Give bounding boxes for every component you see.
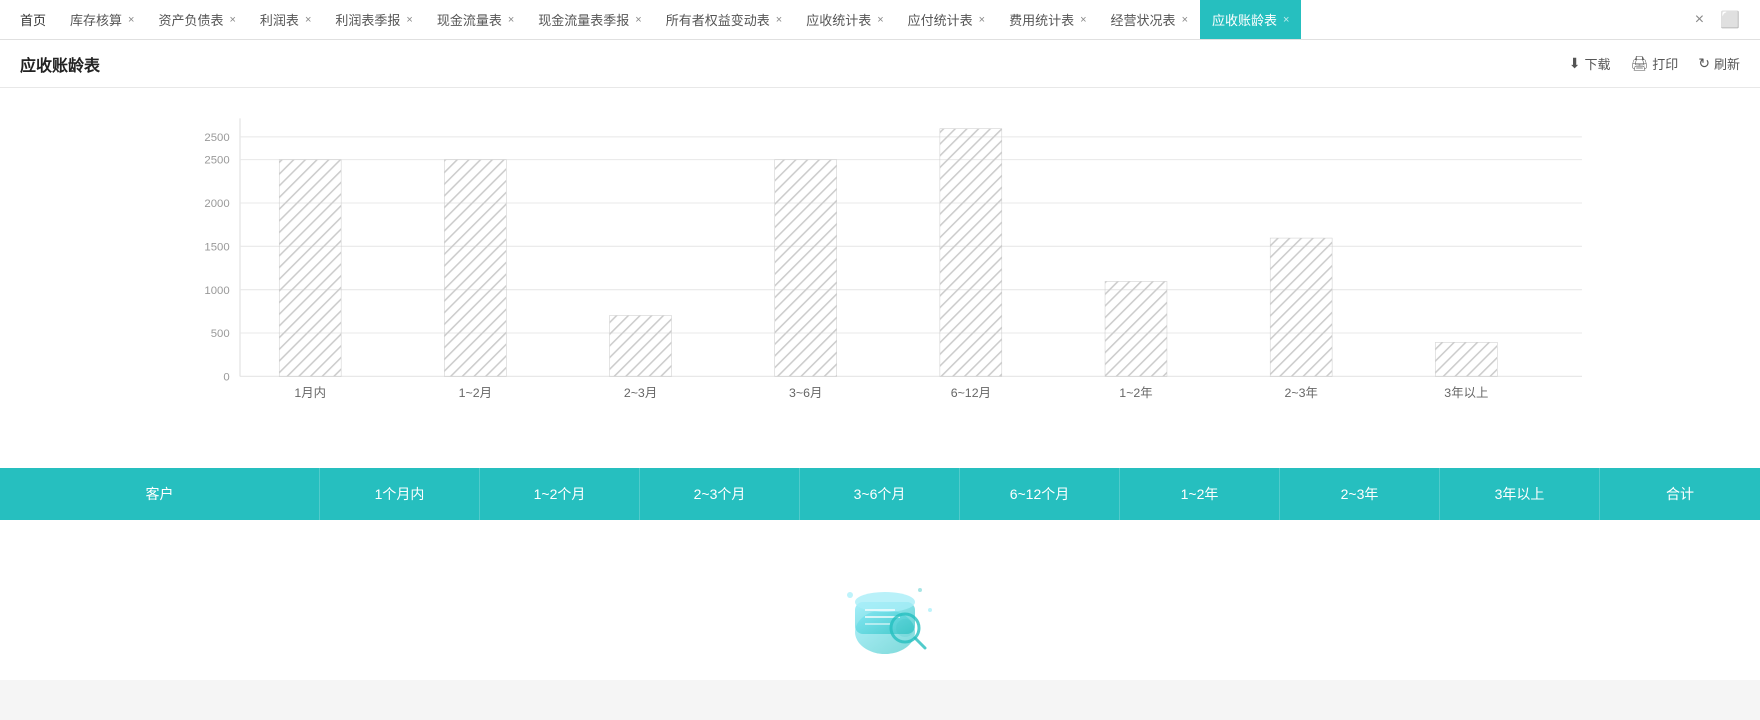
svg-text:2500: 2500 [204, 155, 229, 167]
bar-1-2yue [444, 160, 506, 377]
table-header: 客户 1个月内 1~2个月 2~3个月 3~6个月 6~12个月 1~2年 2~… [0, 468, 1760, 520]
refresh-btn[interactable]: ↻ 刷新 [1698, 54, 1740, 73]
print-btn[interactable]: 🖨 打印 [1630, 54, 1678, 73]
tab-lrbjb-label: 利润表季报 [335, 10, 400, 29]
chart-svg: 0 500 1000 1500 2000 2500 2500 1月内 [40, 108, 1720, 428]
bar-3-6yue [775, 160, 837, 377]
tab-jyzk-label: 经营状况表 [1111, 10, 1176, 29]
main-content: 0 500 1000 1500 2000 2500 2500 1月内 [0, 88, 1760, 680]
svg-text:1000: 1000 [204, 285, 229, 297]
tab-syqy-label: 所有者权益变动表 [666, 10, 770, 29]
bar-2-3nian [1270, 238, 1332, 376]
th-1month: 1个月内 [320, 468, 480, 520]
tab-home[interactable]: 首页 [8, 0, 58, 40]
window-close-btn[interactable]: × [1691, 9, 1708, 31]
tab-lrb[interactable]: 利润表 × [248, 0, 323, 40]
tab-lrb-label: 利润表 [260, 10, 299, 29]
svg-text:2~3月: 2~3月 [624, 386, 657, 400]
svg-text:3~6月: 3~6月 [789, 386, 822, 400]
download-label: 下载 [1584, 54, 1610, 73]
empty-icon [830, 560, 930, 660]
svg-text:1~2年: 1~2年 [1119, 386, 1152, 400]
tab-kucun-label: 库存核算 [70, 10, 122, 29]
tab-yszl[interactable]: 应收账龄表 × [1200, 0, 1301, 40]
bar-6-12yue [940, 129, 1002, 377]
tab-yszl-close[interactable]: × [1283, 14, 1289, 26]
th-customer: 客户 [0, 468, 320, 520]
tab-ystj-close[interactable]: × [877, 14, 883, 26]
svg-text:1月内: 1月内 [294, 386, 326, 400]
tab-yftj-close[interactable]: × [979, 14, 985, 26]
tab-xjll[interactable]: 现金流量表 × [425, 0, 526, 40]
th-total: 合计 [1600, 468, 1760, 520]
window-controls: × ⬜ [1691, 8, 1752, 32]
svg-text:1~2月: 1~2月 [459, 386, 492, 400]
svg-text:2~3年: 2~3年 [1284, 386, 1317, 400]
empty-illustration [830, 560, 940, 670]
tab-home-label: 首页 [20, 10, 46, 29]
tab-jyzk-close[interactable]: × [1182, 14, 1188, 26]
download-icon: ⬇ [1569, 55, 1581, 72]
chart-area: 0 500 1000 1500 2000 2500 2500 1月内 [0, 88, 1760, 468]
th-2-3year: 2~3年 [1280, 468, 1440, 520]
svg-text:1500: 1500 [204, 241, 229, 253]
th-1-2month: 1~2个月 [480, 468, 640, 520]
th-1-2year: 1~2年 [1120, 468, 1280, 520]
tab-lrbjb-close[interactable]: × [406, 14, 412, 26]
svg-text:3年以上: 3年以上 [1444, 386, 1488, 400]
tab-xjll-label: 现金流量表 [437, 10, 502, 29]
tab-fytj[interactable]: 费用统计表 × [997, 0, 1098, 40]
download-btn[interactable]: ⬇ 下载 [1569, 54, 1611, 73]
tab-xjlljb-label: 现金流量表季报 [538, 10, 629, 29]
tab-syqy[interactable]: 所有者权益变动表 × [654, 0, 794, 40]
bar-2-3yue [610, 315, 672, 376]
tab-lrbjb[interactable]: 利润表季报 × [323, 0, 424, 40]
tab-xjlljb-close[interactable]: × [635, 14, 641, 26]
tab-yftj[interactable]: 应付统计表 × [896, 0, 997, 40]
page-title: 应收账龄表 [20, 52, 100, 76]
th-3year-above: 3年以上 [1440, 468, 1600, 520]
window-restore-btn[interactable]: ⬜ [1716, 8, 1744, 32]
bar-1-2nian [1105, 281, 1167, 376]
tab-zcfz[interactable]: 资产负债表 × [146, 0, 247, 40]
tab-jyzk[interactable]: 经营状况表 × [1099, 0, 1200, 40]
svg-text:500: 500 [211, 328, 230, 340]
tab-kucun[interactable]: 库存核算 × [58, 0, 146, 40]
tab-ystj-label: 应收统计表 [806, 10, 871, 29]
tab-fytj-close[interactable]: × [1080, 14, 1086, 26]
tab-syqy-close[interactable]: × [776, 14, 782, 26]
refresh-icon: ↻ [1698, 55, 1710, 72]
print-icon: 🖨 [1630, 55, 1648, 72]
bar-1yue [279, 160, 341, 377]
page-header: 应收账龄表 ⬇ 下载 🖨 打印 ↻ 刷新 [0, 40, 1760, 88]
bar-3nian-above [1435, 342, 1497, 376]
tab-fytj-label: 费用统计表 [1009, 10, 1074, 29]
tab-xjll-close[interactable]: × [508, 14, 514, 26]
header-actions: ⬇ 下载 🖨 打印 ↻ 刷新 [1569, 54, 1740, 73]
tab-kucun-close[interactable]: × [128, 14, 134, 26]
svg-text:2500: 2500 [204, 132, 229, 144]
th-6-12month: 6~12个月 [960, 468, 1120, 520]
empty-area [0, 520, 1760, 680]
svg-text:6~12月: 6~12月 [951, 386, 991, 400]
svg-text:2000: 2000 [204, 198, 229, 210]
tab-bar: 首页 库存核算 × 资产负债表 × 利润表 × 利润表季报 × 现金流量表 × … [0, 0, 1760, 40]
tab-xjlljb[interactable]: 现金流量表季报 × [526, 0, 653, 40]
tab-yszl-label: 应收账龄表 [1212, 10, 1277, 29]
refresh-label: 刷新 [1714, 54, 1740, 73]
tab-yftj-label: 应付统计表 [908, 10, 973, 29]
tab-lrb-close[interactable]: × [305, 14, 311, 26]
svg-text:0: 0 [223, 372, 229, 384]
th-3-6month: 3~6个月 [800, 468, 960, 520]
print-label: 打印 [1652, 54, 1678, 73]
tab-ystj[interactable]: 应收统计表 × [794, 0, 895, 40]
tab-zcfz-close[interactable]: × [229, 14, 235, 26]
tab-zcfz-label: 资产负债表 [158, 10, 223, 29]
th-2-3month: 2~3个月 [640, 468, 800, 520]
